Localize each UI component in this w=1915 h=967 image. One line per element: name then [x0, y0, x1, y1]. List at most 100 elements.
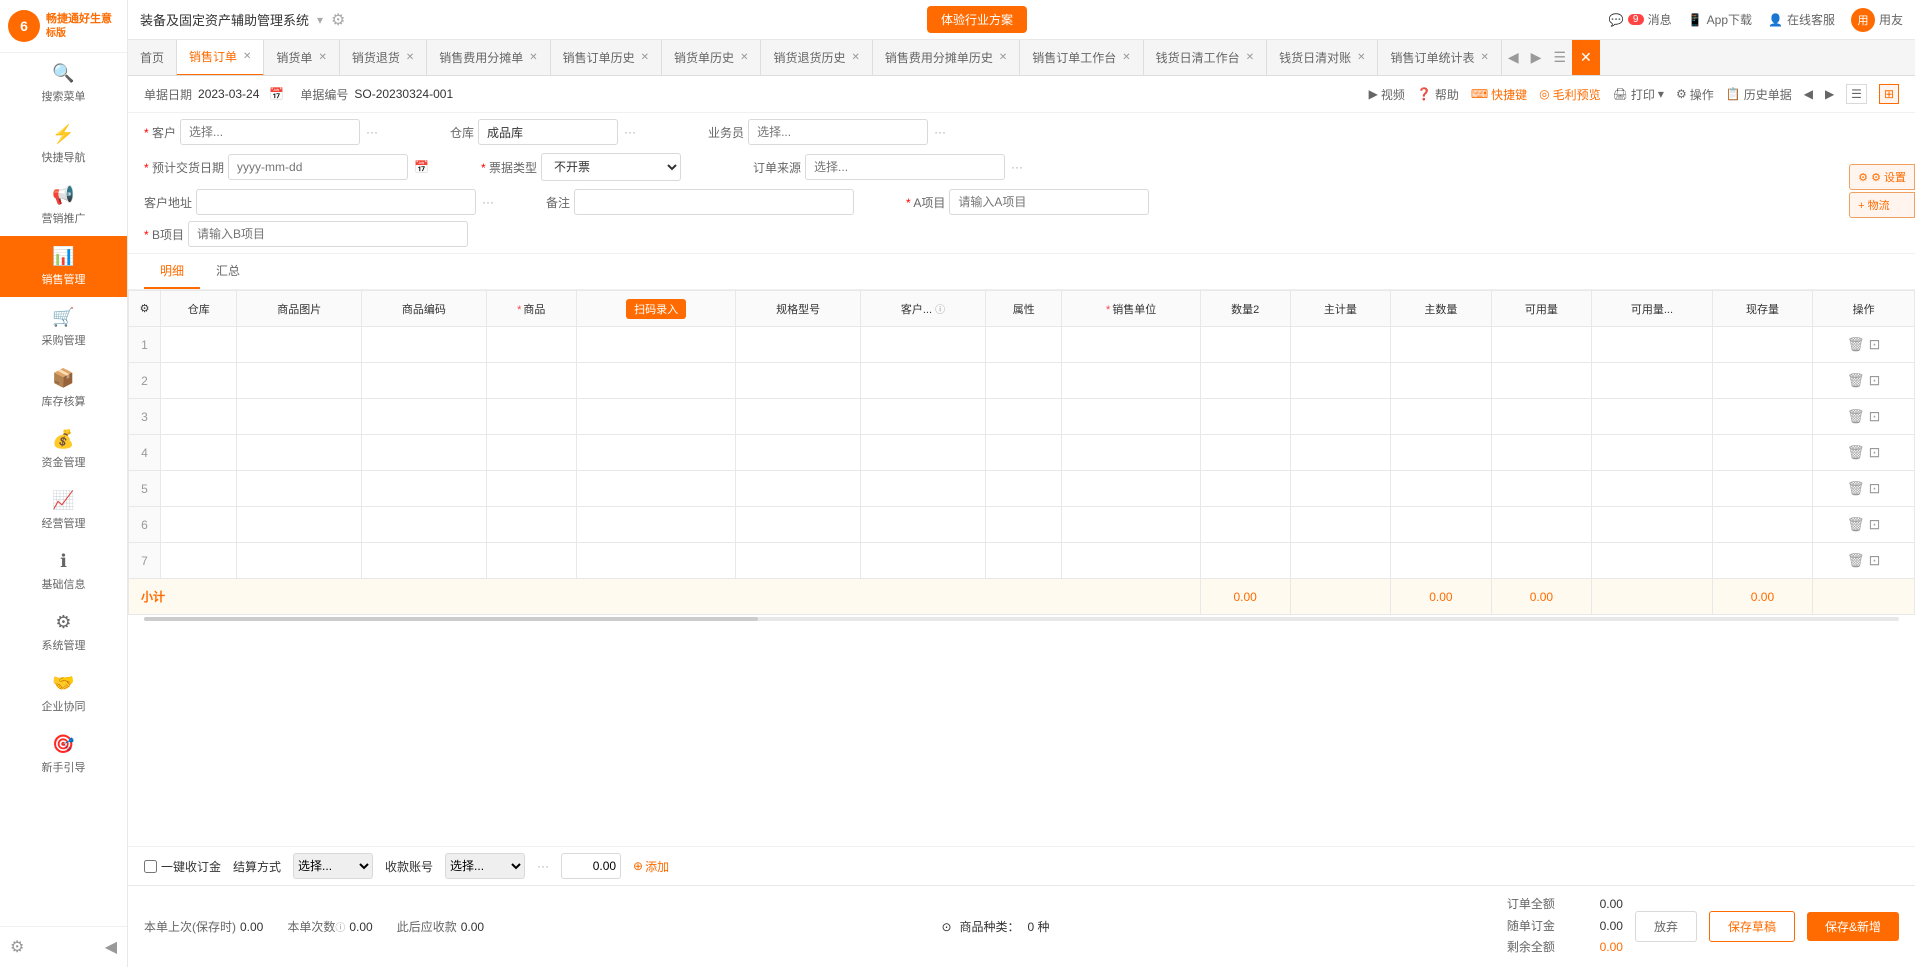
payment-method-select[interactable]: 选择...: [293, 853, 373, 879]
add-payment-btn[interactable]: ⊕ 添加: [633, 858, 669, 875]
row-unit-1[interactable]: [1062, 363, 1200, 399]
row-stock-4[interactable]: [1712, 471, 1813, 507]
row-warehouse-2[interactable]: [161, 399, 237, 435]
customer-more-dots[interactable]: ···: [366, 125, 378, 139]
row-copy-2[interactable]: ⊡: [1869, 408, 1881, 425]
row-main-qty-1[interactable]: [1391, 363, 1492, 399]
salesperson-input[interactable]: [748, 119, 928, 145]
delivery-date-input[interactable]: [228, 154, 408, 180]
sidebar-item-搜索菜单[interactable]: 🔍搜索菜单: [0, 53, 127, 114]
profit-action[interactable]: ◎ 毛利预览: [1539, 86, 1601, 103]
row-spec-5[interactable]: [736, 507, 861, 543]
tab-close-2[interactable]: ✕: [318, 52, 326, 63]
sidebar-item-采购管理[interactable]: 🛒采购管理: [0, 297, 127, 358]
one-click-checkbox[interactable]: [144, 860, 157, 873]
row-customer-code-0[interactable]: [860, 327, 985, 363]
sidebar-item-库存核算[interactable]: 📦库存核算: [0, 358, 127, 419]
row-unit-6[interactable]: [1062, 543, 1200, 579]
row-qty2-0[interactable]: [1200, 327, 1290, 363]
sidebar-item-销售管理[interactable]: 📊销售管理: [0, 236, 127, 297]
help-action[interactable]: ❓ 帮助: [1417, 86, 1459, 103]
sidebar-item-快捷导航[interactable]: ⚡快捷导航: [0, 114, 127, 175]
row-attribute-4[interactable]: [985, 471, 1061, 507]
sidebar-item-基础信息[interactable]: ℹ基础信息: [0, 541, 127, 602]
row-available2-2[interactable]: [1592, 399, 1713, 435]
row-qty2-4[interactable]: [1200, 471, 1290, 507]
row-available-1[interactable]: [1491, 363, 1592, 399]
row-available-3[interactable]: [1491, 435, 1592, 471]
row-main-qty-4[interactable]: [1391, 471, 1492, 507]
row-delete-5[interactable]: 🗑: [1847, 516, 1865, 533]
operate-action[interactable]: ⚙ 操作: [1676, 86, 1714, 103]
row-warehouse-0[interactable]: [161, 327, 237, 363]
row-available2-0[interactable]: [1592, 327, 1713, 363]
row-product-code-3[interactable]: [362, 435, 487, 471]
row-copy-4[interactable]: ⊡: [1869, 480, 1881, 497]
tab-close-10[interactable]: ✕: [1246, 52, 1254, 63]
settings-panel-btn[interactable]: ⚙ ⚙ 设置: [1849, 164, 1915, 190]
invoice-type-select[interactable]: 不开票: [541, 153, 681, 181]
row-warehouse-4[interactable]: [161, 471, 237, 507]
tab-close-4[interactable]: ✕: [529, 52, 537, 63]
tab-close-11[interactable]: ✕: [1357, 52, 1365, 63]
row-available-4[interactable]: [1491, 471, 1592, 507]
sidebar-item-经营管理[interactable]: 📈经营管理: [0, 480, 127, 541]
record-prev[interactable]: ◀: [1804, 87, 1813, 101]
row-product-code-6[interactable]: [362, 543, 487, 579]
order-source-more-dots[interactable]: ···: [1011, 160, 1023, 174]
row-customer-code-2[interactable]: [860, 399, 985, 435]
tab-close-9[interactable]: ✕: [1122, 52, 1130, 63]
row-attribute-0[interactable]: [985, 327, 1061, 363]
row-copy-6[interactable]: ⊡: [1869, 552, 1881, 569]
row-copy-5[interactable]: ⊡: [1869, 516, 1881, 533]
sidebar-item-营销推广[interactable]: 📢营销推广: [0, 175, 127, 236]
tab-next-icon[interactable]: ▶: [1525, 40, 1548, 76]
row-spec-1[interactable]: [736, 363, 861, 399]
message-item[interactable]: 💬 9 消息: [1609, 11, 1672, 28]
row-customer-code-5[interactable]: [860, 507, 985, 543]
row-spec-3[interactable]: [736, 435, 861, 471]
collapse-sidebar-icon[interactable]: ◀: [105, 937, 117, 957]
row-main-unit-1[interactable]: [1290, 363, 1391, 399]
row-spec-0[interactable]: [736, 327, 861, 363]
calendar-icon[interactable]: 📅: [269, 87, 284, 101]
online-service-item[interactable]: 👤 在线客服: [1768, 11, 1835, 28]
row-stock-5[interactable]: [1712, 507, 1813, 543]
row-delete-2[interactable]: 🗑: [1847, 408, 1865, 425]
row-available-0[interactable]: [1491, 327, 1592, 363]
row-spec-4[interactable]: [736, 471, 861, 507]
tab-close-12[interactable]: ✕: [1481, 52, 1489, 63]
row-available2-5[interactable]: [1592, 507, 1713, 543]
sidebar-item-企业协同[interactable]: 🤝企业协同: [0, 663, 127, 724]
user-item[interactable]: 用 用友: [1851, 8, 1903, 32]
tab-0[interactable]: 首页: [128, 40, 177, 76]
customer-addr-input[interactable]: [196, 189, 476, 215]
scan-btn[interactable]: 扫码录入: [626, 299, 686, 319]
row-available2-6[interactable]: [1592, 543, 1713, 579]
tab-6[interactable]: 销货单历史✕: [662, 40, 761, 76]
tab-close-6[interactable]: ✕: [740, 52, 748, 63]
row-delete-0[interactable]: 🗑: [1847, 336, 1865, 353]
tab-5[interactable]: 销售订单历史✕: [551, 40, 662, 76]
remark-input[interactable]: [574, 189, 854, 215]
customer-input[interactable]: [180, 119, 360, 145]
row-main-qty-3[interactable]: [1391, 435, 1492, 471]
row-product-0[interactable]: [486, 327, 576, 363]
tab-8[interactable]: 销售费用分摊单历史✕: [873, 40, 1020, 76]
tab-close-7[interactable]: ✕: [851, 52, 859, 63]
row-main-unit-3[interactable]: [1290, 435, 1391, 471]
row-attribute-3[interactable]: [985, 435, 1061, 471]
sidebar-item-系统管理[interactable]: ⚙系统管理: [0, 602, 127, 663]
save-new-button[interactable]: 保存&新增: [1807, 912, 1899, 941]
discard-button[interactable]: 放弃: [1635, 911, 1697, 942]
salesperson-more-dots[interactable]: ···: [934, 125, 946, 139]
row-main-unit-0[interactable]: [1290, 327, 1391, 363]
row-product-6[interactable]: [486, 543, 576, 579]
app-download-item[interactable]: 📱 App下载: [1688, 11, 1752, 28]
row-main-qty-5[interactable]: [1391, 507, 1492, 543]
view-mode-grid[interactable]: ⊞: [1879, 84, 1899, 104]
print-action[interactable]: 🖨 打印 ▾: [1613, 86, 1664, 103]
tab-close-8[interactable]: ✕: [999, 52, 1007, 63]
row-product-2[interactable]: [486, 399, 576, 435]
row-spec-6[interactable]: [736, 543, 861, 579]
